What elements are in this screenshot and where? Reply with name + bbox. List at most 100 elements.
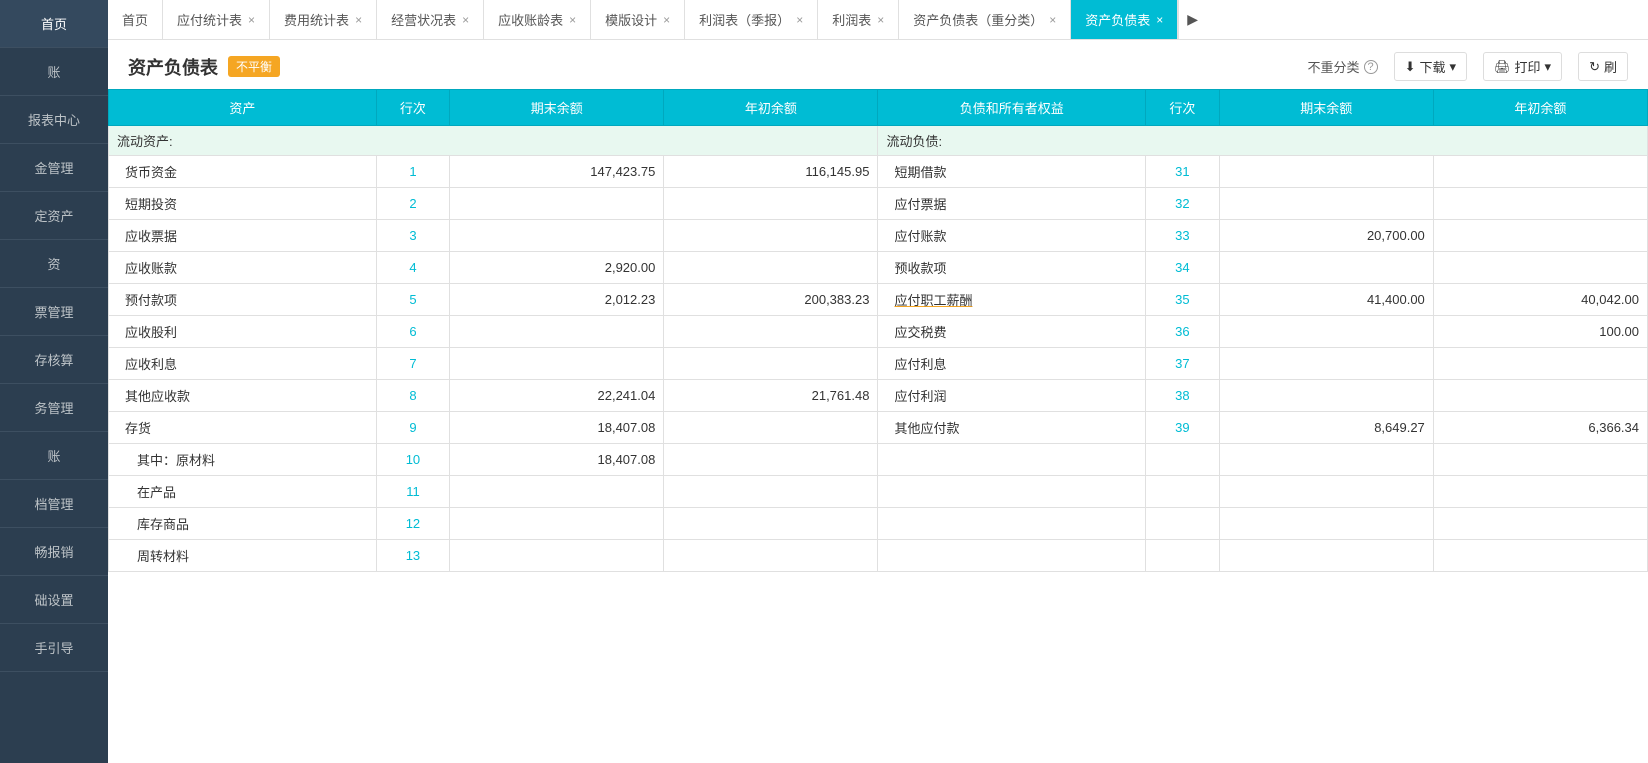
tab-close-income-quarterly[interactable]: × — [796, 13, 803, 27]
tab-receivable-aging[interactable]: 应收账龄表 × — [484, 0, 591, 40]
liab-end-balance — [1219, 156, 1433, 188]
download-button[interactable]: ⬇ 下载 ▾ — [1394, 52, 1467, 81]
print-button[interactable]: 🖨 打印 ▾ — [1483, 52, 1562, 81]
tab-template-design[interactable]: 模版设计 × — [591, 0, 685, 40]
liab-year-start: 40,042.00 — [1433, 284, 1647, 316]
year-start — [664, 476, 878, 508]
row-num: 10 — [376, 444, 450, 476]
sidebar-item-fixed-assets[interactable]: 定资产 — [0, 192, 108, 240]
tab-balance-reclassified[interactable]: 资产负债表（重分类） × — [899, 0, 1071, 40]
sidebar: 首页 账 报表中心 金管理 定资产 资 票管理 存核算 务管理 账 档管理 畅报… — [0, 0, 108, 763]
table-row: 其他应收款 8 22,241.04 21,761.48 应付利润 38 — [109, 380, 1648, 412]
sidebar-item-settings[interactable]: 础设置 — [0, 576, 108, 624]
liab-row-num: 39 — [1146, 412, 1220, 444]
table-row: 短期投资 2 应付票据 32 — [109, 188, 1648, 220]
liab-label — [878, 508, 1146, 540]
liab-year-start — [1433, 348, 1647, 380]
sidebar-item-home[interactable]: 首页 — [0, 0, 108, 48]
liab-label: 预收款项 — [878, 252, 1146, 284]
col-row-num: 行次 — [376, 90, 450, 126]
liab-row-num — [1146, 476, 1220, 508]
liab-label — [878, 444, 1146, 476]
liab-label: 短期借款 — [878, 156, 1146, 188]
liab-row-num: 32 — [1146, 188, 1220, 220]
asset-label: 应收利息 — [109, 348, 377, 380]
end-balance: 18,407.08 — [450, 444, 664, 476]
tab-close-receivable-aging[interactable]: × — [569, 13, 576, 27]
sidebar-item-fund-mgmt[interactable]: 金管理 — [0, 144, 108, 192]
tab-income-statement[interactable]: 利润表 × — [818, 0, 899, 40]
tab-close-payable-stats[interactable]: × — [248, 13, 255, 27]
year-start — [664, 252, 878, 284]
liab-end-balance — [1219, 444, 1433, 476]
sidebar-item-bill-mgmt[interactable]: 票管理 — [0, 288, 108, 336]
liab-end-balance: 41,400.00 — [1219, 284, 1433, 316]
tab-close-balance-reclassified[interactable]: × — [1049, 13, 1056, 27]
sidebar-item-report-center[interactable]: 报表中心 — [0, 96, 108, 144]
asset-label: 存货 — [109, 412, 377, 444]
table-row: 应收票据 3 应付账款 33 20,700.00 — [109, 220, 1648, 252]
table-row: 货币资金 1 147,423.75 116,145.95 短期借款 31 — [109, 156, 1648, 188]
asset-sub-label: 周转材料 — [109, 540, 377, 572]
liab-label: 应付职工薪酬 — [878, 284, 1146, 316]
year-start — [664, 220, 878, 252]
tab-home[interactable]: 首页 — [108, 0, 163, 40]
liab-year-start — [1433, 508, 1647, 540]
tab-close-expense-stats[interactable]: × — [355, 13, 362, 27]
sidebar-item-tax-mgmt[interactable]: 务管理 — [0, 384, 108, 432]
current-assets-label: 流动资产: — [109, 126, 878, 156]
sidebar-item-account2[interactable]: 账 — [0, 432, 108, 480]
liab-end-balance — [1219, 188, 1433, 220]
table-row: 预付款项 5 2,012.23 200,383.23 应付职工薪酬 35 41,… — [109, 284, 1648, 316]
liab-year-start — [1433, 444, 1647, 476]
row-num: 2 — [376, 188, 450, 220]
sidebar-item-expense[interactable]: 畅报销 — [0, 528, 108, 576]
table-row: 应收利息 7 应付利息 37 — [109, 348, 1648, 380]
sidebar-item-inventory[interactable]: 存核算 — [0, 336, 108, 384]
liab-label: 其他应付款 — [878, 412, 1146, 444]
year-start — [664, 540, 878, 572]
end-balance — [450, 220, 664, 252]
year-start — [664, 316, 878, 348]
liab-end-balance: 8,649.27 — [1219, 412, 1433, 444]
row-num: 4 — [376, 252, 450, 284]
page-header: 资产负债表 不平衡 不重分类 ? ⬇ 下载 ▾ 🖨 打印 ▾ — [108, 40, 1648, 89]
asset-sub-label: 库存商品 — [109, 508, 377, 540]
end-balance — [450, 540, 664, 572]
liab-year-start: 100.00 — [1433, 316, 1647, 348]
tab-payable-stats[interactable]: 应付统计表 × — [163, 0, 270, 40]
table-row: 周转材料 13 — [109, 540, 1648, 572]
row-num: 12 — [376, 508, 450, 540]
tab-income-quarterly[interactable]: 利润表（季报） × — [685, 0, 818, 40]
liab-label: 应付利润 — [878, 380, 1146, 412]
download-chevron-icon: ▾ — [1449, 59, 1456, 75]
asset-label: 应收股利 — [109, 316, 377, 348]
refresh-button[interactable]: ↻ 刷 — [1578, 52, 1628, 81]
tab-bar: 首页 应付统计表 × 费用统计表 × 经营状况表 × 应收账龄表 × 模版设计 … — [108, 0, 1648, 40]
sidebar-item-capital[interactable]: 资 — [0, 240, 108, 288]
unbalanced-badge: 不平衡 — [228, 56, 280, 77]
tab-close-template-design[interactable]: × — [663, 13, 670, 27]
tab-operation-status[interactable]: 经营状况表 × — [377, 0, 484, 40]
year-start — [664, 188, 878, 220]
asset-label: 货币资金 — [109, 156, 377, 188]
tab-expense-stats[interactable]: 费用统计表 × — [270, 0, 377, 40]
liab-year-start: 6,366.34 — [1433, 412, 1647, 444]
end-balance — [450, 348, 664, 380]
sidebar-item-ledger[interactable]: 账 — [0, 48, 108, 96]
tab-balance-sheet[interactable]: 资产负债表 × — [1071, 0, 1178, 40]
col-year-start: 年初余额 — [664, 90, 878, 126]
year-start: 200,383.23 — [664, 284, 878, 316]
download-icon: ⬇ — [1405, 59, 1416, 75]
liab-label — [878, 540, 1146, 572]
liab-row-num: 35 — [1146, 284, 1220, 316]
tab-close-balance-sheet[interactable]: × — [1156, 13, 1163, 27]
tab-close-operation-status[interactable]: × — [462, 13, 469, 27]
tab-close-income-statement[interactable]: × — [877, 13, 884, 27]
tab-scroll-right[interactable]: ▶ — [1178, 0, 1206, 40]
no-reclassify-option[interactable]: 不重分类 ? — [1308, 57, 1378, 76]
print-icon: 🖨 — [1494, 59, 1511, 75]
liab-row-num: 31 — [1146, 156, 1220, 188]
sidebar-item-guide[interactable]: 手引导 — [0, 624, 108, 672]
sidebar-item-archive[interactable]: 档管理 — [0, 480, 108, 528]
